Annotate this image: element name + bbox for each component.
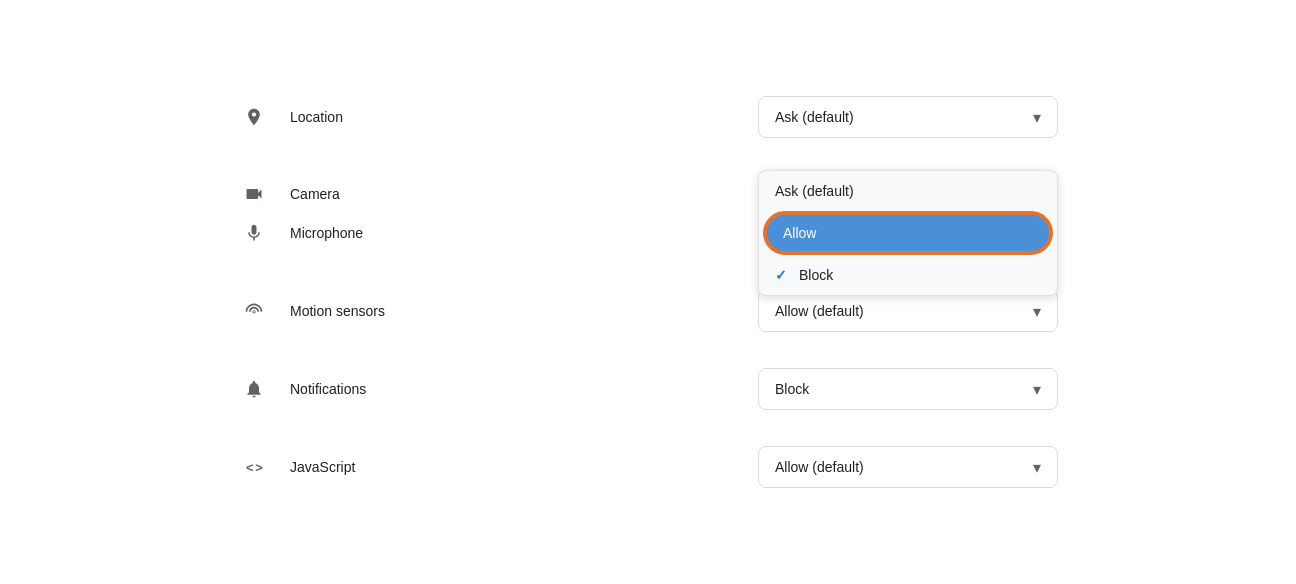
camera-row: Camera Ask (default) Allow ✓ Block xyxy=(238,156,1058,204)
camera-dropdown-menu: Ask (default) Allow ✓ Block xyxy=(758,170,1058,296)
location-dropdown-value: Ask (default) xyxy=(775,109,854,125)
location-chevron-icon: ▾ xyxy=(1033,108,1041,127)
location-label: Location xyxy=(290,109,343,125)
notifications-dropdown[interactable]: Block ▾ xyxy=(758,368,1058,410)
motion-sensors-icon xyxy=(238,301,270,321)
javascript-chevron-icon: ▾ xyxy=(1033,458,1041,477)
motion-sensors-dropdown-value: Allow (default) xyxy=(775,303,864,319)
notifications-chevron-icon: ▾ xyxy=(1033,380,1041,399)
javascript-label: JavaScript xyxy=(290,459,355,475)
camera-icon xyxy=(238,184,270,204)
location-dropdown[interactable]: Ask (default) ▾ xyxy=(758,96,1058,138)
motion-sensors-label: Motion sensors xyxy=(290,303,385,319)
camera-option-ask[interactable]: Ask (default) xyxy=(759,171,1057,211)
camera-option-block-label: Block xyxy=(799,267,833,283)
motion-sensors-dropdown[interactable]: Allow (default) ▾ xyxy=(758,290,1058,332)
camera-option-allow-label: Allow xyxy=(783,225,816,241)
javascript-dropdown-value: Allow (default) xyxy=(775,459,864,475)
microphone-label: Microphone xyxy=(290,225,363,241)
location-row: Location Ask (default) ▾ xyxy=(238,78,1058,156)
notifications-row: Notifications Block ▾ xyxy=(238,350,1058,428)
camera-option-block[interactable]: ✓ Block xyxy=(759,255,1057,295)
location-icon xyxy=(238,107,270,127)
notifications-dropdown-value: Block xyxy=(775,381,809,397)
motion-sensors-chevron-icon: ▾ xyxy=(1033,302,1041,321)
camera-option-allow[interactable]: Allow xyxy=(767,215,1049,251)
javascript-icon: < > xyxy=(238,460,270,475)
check-icon: ✓ xyxy=(775,267,787,283)
settings-container: Location Ask (default) ▾ Camera Ask (def… xyxy=(198,58,1098,526)
notifications-label: Notifications xyxy=(290,381,366,397)
camera-label: Camera xyxy=(290,186,340,202)
camera-option-ask-label: Ask (default) xyxy=(775,183,854,199)
notifications-icon xyxy=(238,379,270,399)
javascript-dropdown[interactable]: Allow (default) ▾ xyxy=(758,446,1058,488)
javascript-row: < > JavaScript Allow (default) ▾ xyxy=(238,428,1058,506)
microphone-icon xyxy=(238,223,270,243)
